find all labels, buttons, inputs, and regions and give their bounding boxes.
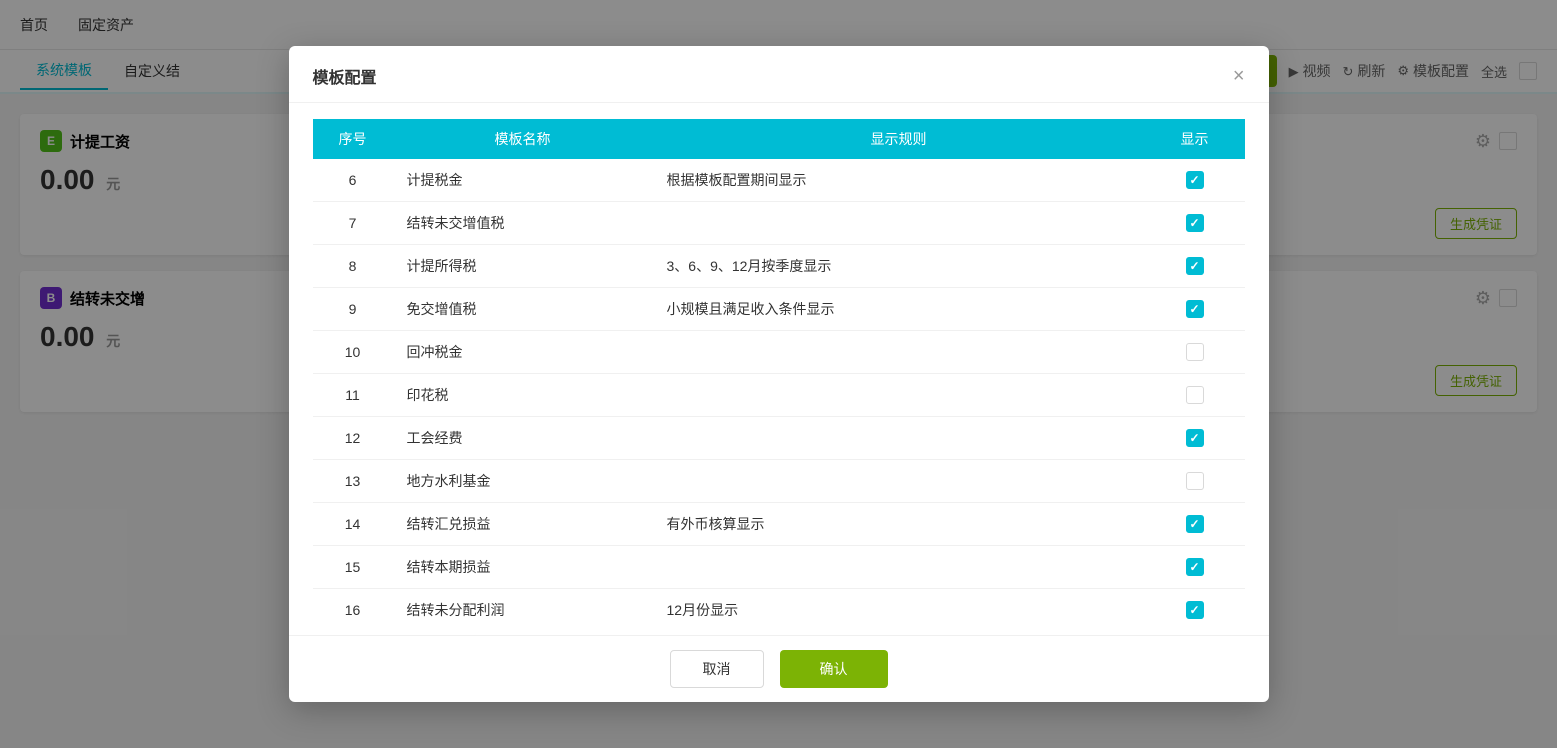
row-no: 14 (313, 503, 393, 546)
row-display (1145, 159, 1245, 202)
row-name: 结转汇兑损益 (393, 503, 653, 546)
modal-header: 模板配置 × (289, 46, 1269, 103)
confirm-button[interactable]: 确认 (780, 650, 888, 688)
row-rule: 小规模且满足收入条件显示 (653, 288, 1145, 331)
row-display (1145, 460, 1245, 503)
checkbox-container (1159, 300, 1231, 318)
config-table: 序号 模板名称 显示规则 显示 6计提税金根据模板配置期间显示7结转未交增值税8… (313, 119, 1245, 619)
row-no: 9 (313, 288, 393, 331)
col-name: 模板名称 (393, 119, 653, 159)
row-no: 12 (313, 417, 393, 460)
checkbox-container (1159, 558, 1231, 576)
row-display (1145, 245, 1245, 288)
row-name: 结转未分配利润 (393, 589, 653, 620)
row-no: 6 (313, 159, 393, 202)
row-rule (653, 546, 1145, 589)
row-display (1145, 288, 1245, 331)
row-checkbox[interactable] (1186, 300, 1204, 318)
table-scroll-container[interactable]: 序号 模板名称 显示规则 显示 6计提税金根据模板配置期间显示7结转未交增值税8… (313, 119, 1245, 619)
col-no: 序号 (313, 119, 393, 159)
row-rule (653, 331, 1145, 374)
row-name: 印花税 (393, 374, 653, 417)
table-body: 6计提税金根据模板配置期间显示7结转未交增值税8计提所得税3、6、9、12月按季… (313, 159, 1245, 619)
row-name: 结转未交增值税 (393, 202, 653, 245)
row-name: 计提所得税 (393, 245, 653, 288)
row-display (1145, 546, 1245, 589)
table-row: 6计提税金根据模板配置期间显示 (313, 159, 1245, 202)
modal-title: 模板配置 (313, 64, 377, 88)
row-checkbox[interactable] (1186, 429, 1204, 447)
checkbox-container (1159, 472, 1231, 490)
row-checkbox[interactable] (1186, 472, 1204, 490)
row-no: 11 (313, 374, 393, 417)
row-rule: 3、6、9、12月按季度显示 (653, 245, 1145, 288)
row-checkbox[interactable] (1186, 257, 1204, 275)
table-head: 序号 模板名称 显示规则 显示 (313, 119, 1245, 159)
table-row: 7结转未交增值税 (313, 202, 1245, 245)
col-display: 显示 (1145, 119, 1245, 159)
row-name: 计提税金 (393, 159, 653, 202)
modal-overlay: 模板配置 × 序号 模板名称 显示规则 显示 6计提税金根据模板配置期间显 (0, 0, 1557, 748)
row-checkbox[interactable] (1186, 214, 1204, 232)
table-row: 13地方水利基金 (313, 460, 1245, 503)
col-rule: 显示规则 (653, 119, 1145, 159)
row-display (1145, 331, 1245, 374)
row-rule (653, 374, 1145, 417)
row-name: 工会经费 (393, 417, 653, 460)
row-display (1145, 417, 1245, 460)
row-name: 回冲税金 (393, 331, 653, 374)
row-no: 13 (313, 460, 393, 503)
checkbox-container (1159, 343, 1231, 361)
checkbox-container (1159, 429, 1231, 447)
row-no: 16 (313, 589, 393, 620)
table-row: 14结转汇兑损益有外币核算显示 (313, 503, 1245, 546)
table-row: 12工会经费 (313, 417, 1245, 460)
row-checkbox[interactable] (1186, 515, 1204, 533)
table-row: 16结转未分配利润12月份显示 (313, 589, 1245, 620)
checkbox-container (1159, 601, 1231, 619)
row-rule: 根据模板配置期间显示 (653, 159, 1145, 202)
checkbox-container (1159, 171, 1231, 189)
template-config-modal: 模板配置 × 序号 模板名称 显示规则 显示 6计提税金根据模板配置期间显 (289, 46, 1269, 702)
row-display (1145, 589, 1245, 620)
table-row: 9免交增值税小规模且满足收入条件显示 (313, 288, 1245, 331)
row-name: 免交增值税 (393, 288, 653, 331)
row-checkbox[interactable] (1186, 386, 1204, 404)
table-row: 10回冲税金 (313, 331, 1245, 374)
row-checkbox[interactable] (1186, 601, 1204, 619)
checkbox-container (1159, 214, 1231, 232)
row-rule: 12月份显示 (653, 589, 1145, 620)
row-checkbox[interactable] (1186, 343, 1204, 361)
modal-close-button[interactable]: × (1233, 66, 1245, 86)
row-rule (653, 417, 1145, 460)
row-no: 15 (313, 546, 393, 589)
row-no: 10 (313, 331, 393, 374)
row-name: 结转本期损益 (393, 546, 653, 589)
row-name: 地方水利基金 (393, 460, 653, 503)
row-checkbox[interactable] (1186, 558, 1204, 576)
row-display (1145, 202, 1245, 245)
row-rule: 有外币核算显示 (653, 503, 1145, 546)
modal-body: 序号 模板名称 显示规则 显示 6计提税金根据模板配置期间显示7结转未交增值税8… (289, 103, 1269, 635)
row-display (1145, 503, 1245, 546)
row-no: 8 (313, 245, 393, 288)
row-checkbox[interactable] (1186, 171, 1204, 189)
table-row: 11印花税 (313, 374, 1245, 417)
table-row: 15结转本期损益 (313, 546, 1245, 589)
checkbox-container (1159, 257, 1231, 275)
modal-footer: 取消 确认 (289, 635, 1269, 702)
row-no: 7 (313, 202, 393, 245)
row-rule (653, 460, 1145, 503)
cancel-button[interactable]: 取消 (670, 650, 764, 688)
row-display (1145, 374, 1245, 417)
checkbox-container (1159, 515, 1231, 533)
checkbox-container (1159, 386, 1231, 404)
table-row: 8计提所得税3、6、9、12月按季度显示 (313, 245, 1245, 288)
row-rule (653, 202, 1145, 245)
